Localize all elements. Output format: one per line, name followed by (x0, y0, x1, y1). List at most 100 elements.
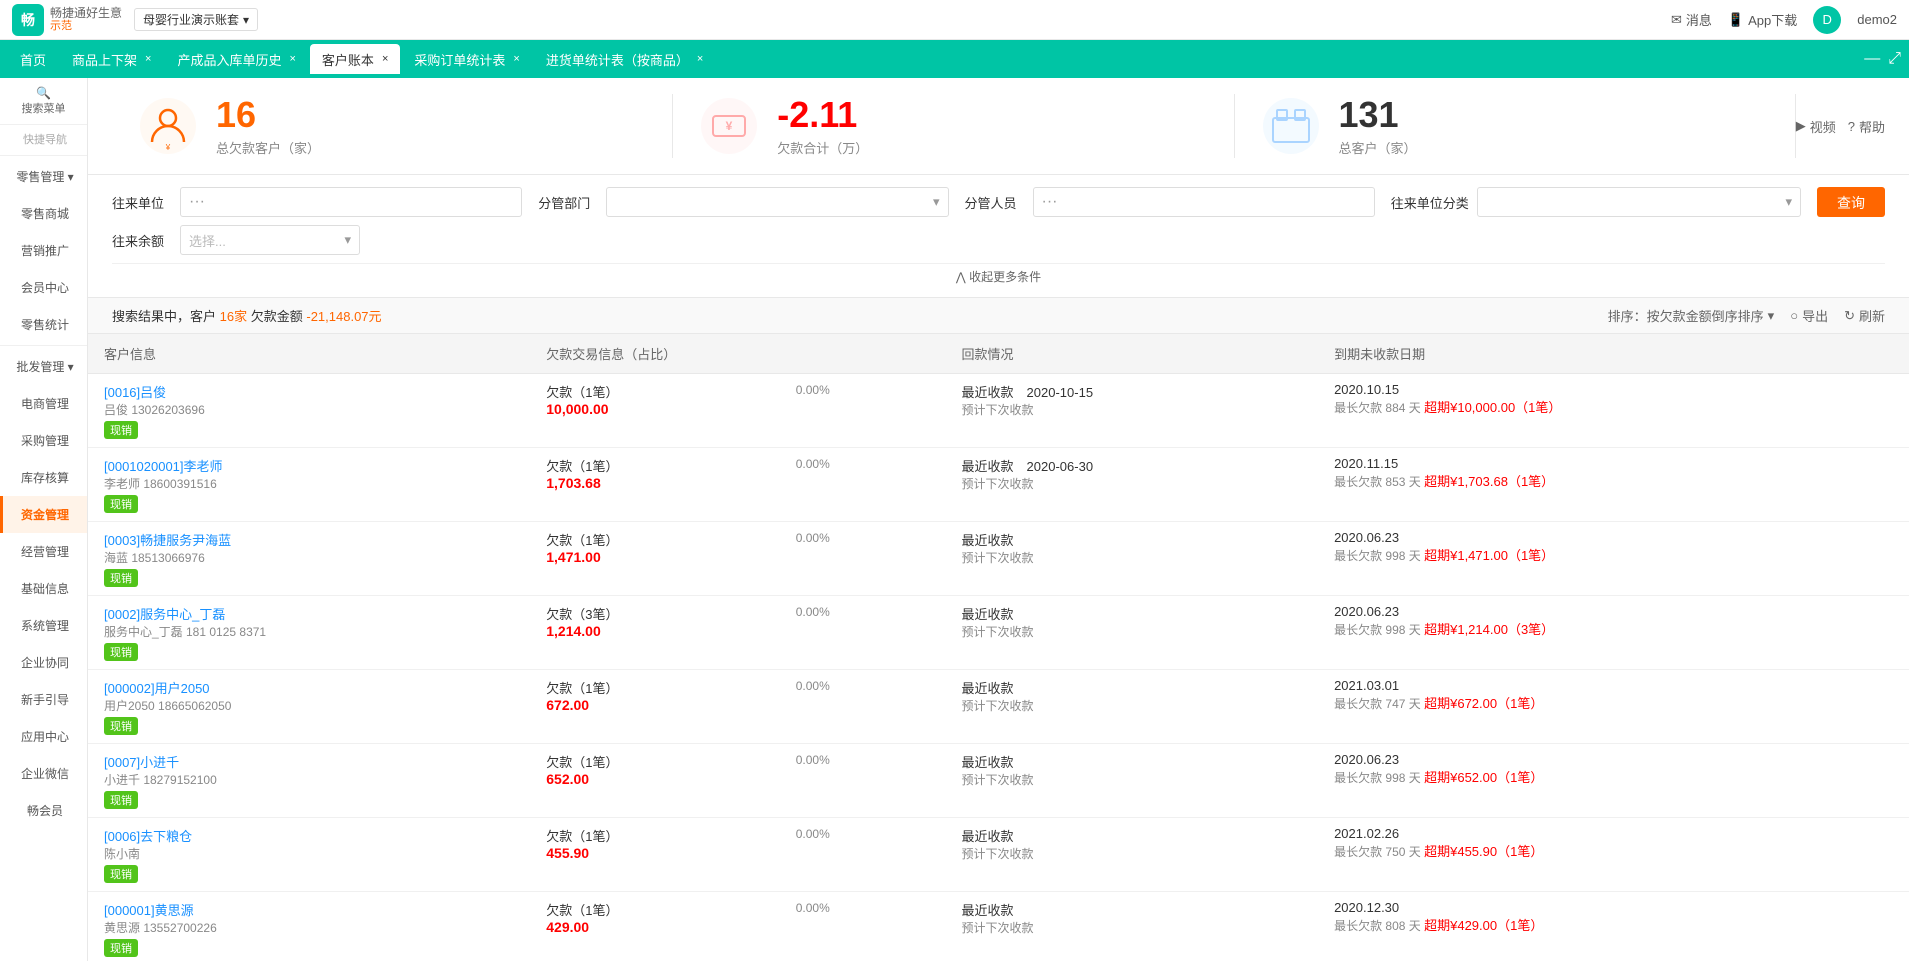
user-name[interactable]: demo2 (1857, 12, 1897, 27)
tab-home[interactable]: 首页 (8, 44, 58, 74)
debt-percent: 0.00% (796, 753, 830, 767)
sidebar-item-app-center[interactable]: 应用中心 (0, 718, 87, 755)
sidebar-item-guide[interactable]: 新手引导 (0, 681, 87, 718)
collapse-button[interactable]: ⋀ 收起更多条件 (112, 263, 1885, 289)
customer-phone: 黄思源 13552700226 (104, 919, 514, 936)
tab-minimize-icon[interactable]: — (1864, 50, 1880, 68)
recent-collect-label: 最近收款 (962, 604, 1303, 623)
tab-expand-icon[interactable]: ⤢ (1888, 50, 1901, 68)
balance-input[interactable]: 选择... ▾ (180, 225, 360, 255)
debt-count: 欠款（3笔） (546, 604, 752, 623)
app-download-btn[interactable]: 📱 App下载 (1728, 10, 1797, 29)
overdue-days: 最长欠款 750 天 超期¥455.90（1笔） (1334, 841, 1893, 860)
overdue-amount-link[interactable]: 超期¥1,471.00（1笔） (1424, 548, 1554, 563)
tab-customer-close[interactable]: × (382, 53, 388, 65)
overdue-amount-link[interactable]: 超期¥429.00（1笔） (1424, 918, 1543, 933)
sidebar-item-marketing[interactable]: 营销推广 (0, 232, 87, 269)
sidebar-item-ecommerce[interactable]: 电商管理 (0, 385, 87, 422)
sidebar-item-retail-mgmt[interactable]: 零售管理 ▾ (0, 158, 87, 195)
message-icon: ✉ (1671, 12, 1682, 28)
sidebar-item-super-member[interactable]: 畅会员 (0, 792, 87, 829)
customer-code-link[interactable]: [000002]用户2050 (104, 678, 514, 697)
from-unit-input[interactable]: ··· (180, 187, 522, 217)
tab-purchase-close[interactable]: × (513, 53, 519, 65)
tab-goods-close[interactable]: × (145, 53, 151, 65)
overdue-amount-link[interactable]: 超期¥652.00（1笔） (1424, 770, 1543, 785)
next-collect: 预计下次收款 (962, 401, 1303, 418)
cell-repayment: 最近收款 预计下次收款 (946, 744, 1319, 818)
cell-debt-percent: 0.00% (768, 892, 946, 961)
customer-tag: 现销 (104, 421, 138, 439)
customer-code-link[interactable]: [000001]黄思源 (104, 900, 514, 919)
debt-count: 欠款（1笔） (546, 752, 752, 771)
tab-product-history[interactable]: 产成品入库单历史 × (165, 44, 307, 74)
tab-bar-right: — ⤢ (1864, 50, 1901, 68)
sidebar-item-ops[interactable]: 经营管理 (0, 533, 87, 570)
sidebar-item-purchase[interactable]: 采购管理 (0, 422, 87, 459)
tab-goods-offline[interactable]: 商品上下架 × (60, 44, 163, 74)
customer-code-link[interactable]: [0002]服务中心_丁磊 (104, 604, 514, 623)
table-row: [0002]服务中心_丁磊 服务中心_丁磊 181 0125 8371 现销 欠… (88, 596, 1909, 670)
tab-goods-label: 商品上下架 (72, 50, 137, 69)
sidebar-item-basic-info[interactable]: 基础信息 (0, 570, 87, 607)
cell-customer-info: [000001]黄思源 黄思源 13552700226 现销 (88, 892, 530, 961)
video-icon: ▶ (1796, 118, 1806, 134)
due-date: 2021.02.26 (1334, 826, 1893, 841)
debt-amount: 10,000.00 (546, 401, 752, 417)
customer-code-link[interactable]: [0007]小进千 (104, 752, 514, 771)
overdue-amount-link[interactable]: 超期¥1,214.00（3笔） (1424, 622, 1554, 637)
message-btn[interactable]: ✉ 消息 (1671, 10, 1712, 29)
sidebar-item-retail-mall[interactable]: 零售商城 (0, 195, 87, 232)
cell-customer-info: [0016]吕俊 吕俊 13026203696 现销 (88, 374, 530, 448)
col-debt-info: 欠款交易信息（占比） (530, 334, 945, 374)
tab-purchase-summary[interactable]: 采购订单统计表 × (402, 44, 531, 74)
cell-customer-info: [0003]畅捷服务尹海蓝 海蓝 18513066976 现销 (88, 522, 530, 596)
sidebar-item-finance[interactable]: 资金管理 (0, 496, 87, 533)
company-select[interactable]: 母婴行业演示账套 ▾ (134, 8, 258, 31)
customer-code-link[interactable]: [0001020001]李老师 (104, 456, 514, 475)
cell-debt-info: 欠款（1笔） 10,000.00 (530, 374, 768, 448)
due-date: 2021.03.01 (1334, 678, 1893, 693)
sidebar-item-wechat[interactable]: 企业微信 (0, 755, 87, 792)
person-input[interactable]: ··· (1033, 187, 1375, 217)
sidebar-item-batch-mgmt[interactable]: 批发管理 ▾ (0, 348, 87, 385)
dept-input[interactable]: ▾ (606, 187, 948, 217)
overdue-amount-link[interactable]: 超期¥672.00（1笔） (1424, 696, 1543, 711)
result-actions: 排序：按欠款金额倒序排序 ▾ ○ 导出 ↻ 刷新 (1608, 306, 1885, 325)
sidebar-item-inventory[interactable]: 库存核算 (0, 459, 87, 496)
recent-collect-label: 最近收款 (962, 530, 1303, 549)
debt-count: 欠款（1笔） (546, 678, 752, 697)
tab-import-label: 进货单统计表（按商品） (546, 50, 689, 69)
debt-count: 欠款（1笔） (546, 826, 752, 845)
refresh-icon: ↻ (1844, 308, 1855, 324)
cell-debt-info: 欠款（3笔） 1,214.00 (530, 596, 768, 670)
filter-row-2: 往来余额 选择... ▾ (112, 225, 1885, 255)
user-avatar[interactable]: D (1813, 6, 1841, 34)
overdue-amount-link[interactable]: 超期¥455.90（1笔） (1424, 844, 1543, 859)
logo-sub: 示范 (50, 20, 122, 33)
export-btn[interactable]: ○ 导出 (1790, 306, 1828, 325)
customer-tag: 现销 (104, 569, 138, 587)
sidebar-item-enterprise[interactable]: 企业协同 (0, 644, 87, 681)
customer-code-link[interactable]: [0006]去下粮仓 (104, 826, 514, 845)
help-btn[interactable]: ? 帮助 (1848, 117, 1885, 136)
overdue-amount-link[interactable]: 超期¥10,000.00（1笔） (1424, 400, 1561, 415)
sidebar-item-system[interactable]: 系统管理 (0, 607, 87, 644)
customer-code-link[interactable]: [0016]吕俊 (104, 382, 514, 401)
tab-customer-account[interactable]: 客户账本 × (310, 44, 400, 74)
cell-debt-percent: 0.00% (768, 522, 946, 596)
sidebar-item-retail-stats[interactable]: 零售统计 (0, 306, 87, 343)
unit-type-input[interactable]: ▾ (1477, 187, 1801, 217)
tab-import-close[interactable]: × (697, 53, 703, 65)
overdue-amount-link[interactable]: 超期¥1,703.68（1笔） (1424, 474, 1554, 489)
refresh-btn[interactable]: ↻ 刷新 (1844, 306, 1885, 325)
sidebar-item-member[interactable]: 会员中心 (0, 269, 87, 306)
customer-code-link[interactable]: [0003]畅捷服务尹海蓝 (104, 530, 514, 549)
sort-select[interactable]: 排序：按欠款金额倒序排序 ▾ (1608, 306, 1775, 325)
total-customers-icon (1259, 94, 1323, 158)
query-button[interactable]: 查询 (1817, 187, 1885, 217)
tab-product-close[interactable]: × (289, 53, 295, 65)
tab-import-stats[interactable]: 进货单统计表（按商品） × (534, 44, 715, 74)
video-btn[interactable]: ▶ 视频 (1796, 117, 1836, 136)
sidebar-search[interactable]: 🔍 搜索菜单 (0, 78, 87, 125)
